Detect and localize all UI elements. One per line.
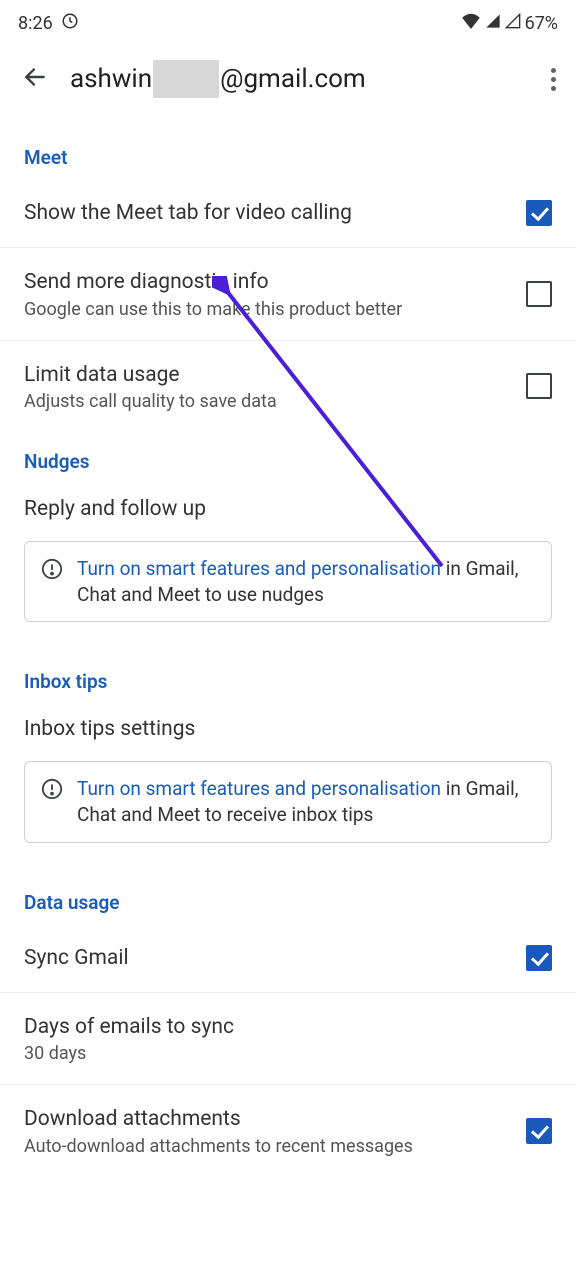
status-time: 8:26 — [18, 13, 53, 34]
app-header: ashwin@gmail.com — [0, 40, 576, 128]
inbox-tips-banner[interactable]: Turn on smart features and personalisati… — [24, 761, 552, 842]
overflow-menu-icon[interactable] — [543, 68, 564, 91]
status-battery: 67% — [525, 13, 558, 34]
checkbox-show-meet-tab[interactable] — [526, 200, 552, 226]
signal-empty-icon — [505, 13, 521, 34]
setting-show-meet-tab[interactable]: Show the Meet tab for video calling — [0, 179, 576, 248]
setting-days-sync[interactable]: Days of emails to sync 30 days — [0, 993, 576, 1085]
banner-text: Turn on smart features and personalisati… — [77, 556, 535, 607]
section-nudges: Nudges — [0, 432, 576, 483]
info-icon — [41, 558, 63, 584]
setting-inbox-tips[interactable]: Inbox tips settings — [0, 703, 576, 749]
setting-sub: 30 days — [24, 1043, 552, 1064]
setting-diagnostic-info[interactable]: Send more diagnostic info Google can use… — [0, 248, 576, 340]
setting-sub: Auto-download attachments to recent mess… — [24, 1136, 510, 1157]
checkbox-sync-gmail[interactable] — [526, 945, 552, 971]
checkbox-limit-data[interactable] — [526, 373, 552, 399]
signal-icon — [485, 13, 501, 34]
page-title: ashwin@gmail.com — [70, 60, 521, 98]
section-data-usage: Data usage — [0, 851, 576, 924]
wifi-icon — [461, 13, 481, 34]
checkbox-download-attachments[interactable] — [526, 1118, 552, 1144]
status-bar: 8:26 67% — [0, 0, 576, 40]
setting-sub: Adjusts call quality to save data — [24, 391, 510, 412]
setting-label: Sync Gmail — [24, 944, 510, 972]
nudges-banner[interactable]: Turn on smart features and personalisati… — [24, 541, 552, 622]
setting-label: Download attachments — [24, 1105, 510, 1133]
setting-limit-data[interactable]: Limit data usage Adjusts call quality to… — [0, 341, 576, 432]
checkbox-diagnostic[interactable] — [526, 281, 552, 307]
section-inbox-tips: Inbox tips — [0, 630, 576, 703]
rotation-lock-icon — [61, 12, 79, 35]
setting-label: Days of emails to sync — [24, 1013, 552, 1041]
back-icon[interactable] — [22, 64, 48, 94]
redacted-block — [153, 60, 219, 98]
banner-text: Turn on smart features and personalisati… — [77, 776, 535, 827]
setting-label: Limit data usage — [24, 361, 510, 389]
info-icon — [41, 778, 63, 804]
setting-sub: Google can use this to make this product… — [24, 299, 510, 320]
setting-label: Show the Meet tab for video calling — [24, 199, 510, 227]
setting-download-attachments[interactable]: Download attachments Auto-download attac… — [0, 1085, 576, 1176]
section-meet: Meet — [0, 128, 576, 179]
setting-label: Send more diagnostic info — [24, 268, 510, 296]
setting-sync-gmail[interactable]: Sync Gmail — [0, 924, 576, 993]
setting-reply-follow[interactable]: Reply and follow up — [0, 483, 576, 529]
